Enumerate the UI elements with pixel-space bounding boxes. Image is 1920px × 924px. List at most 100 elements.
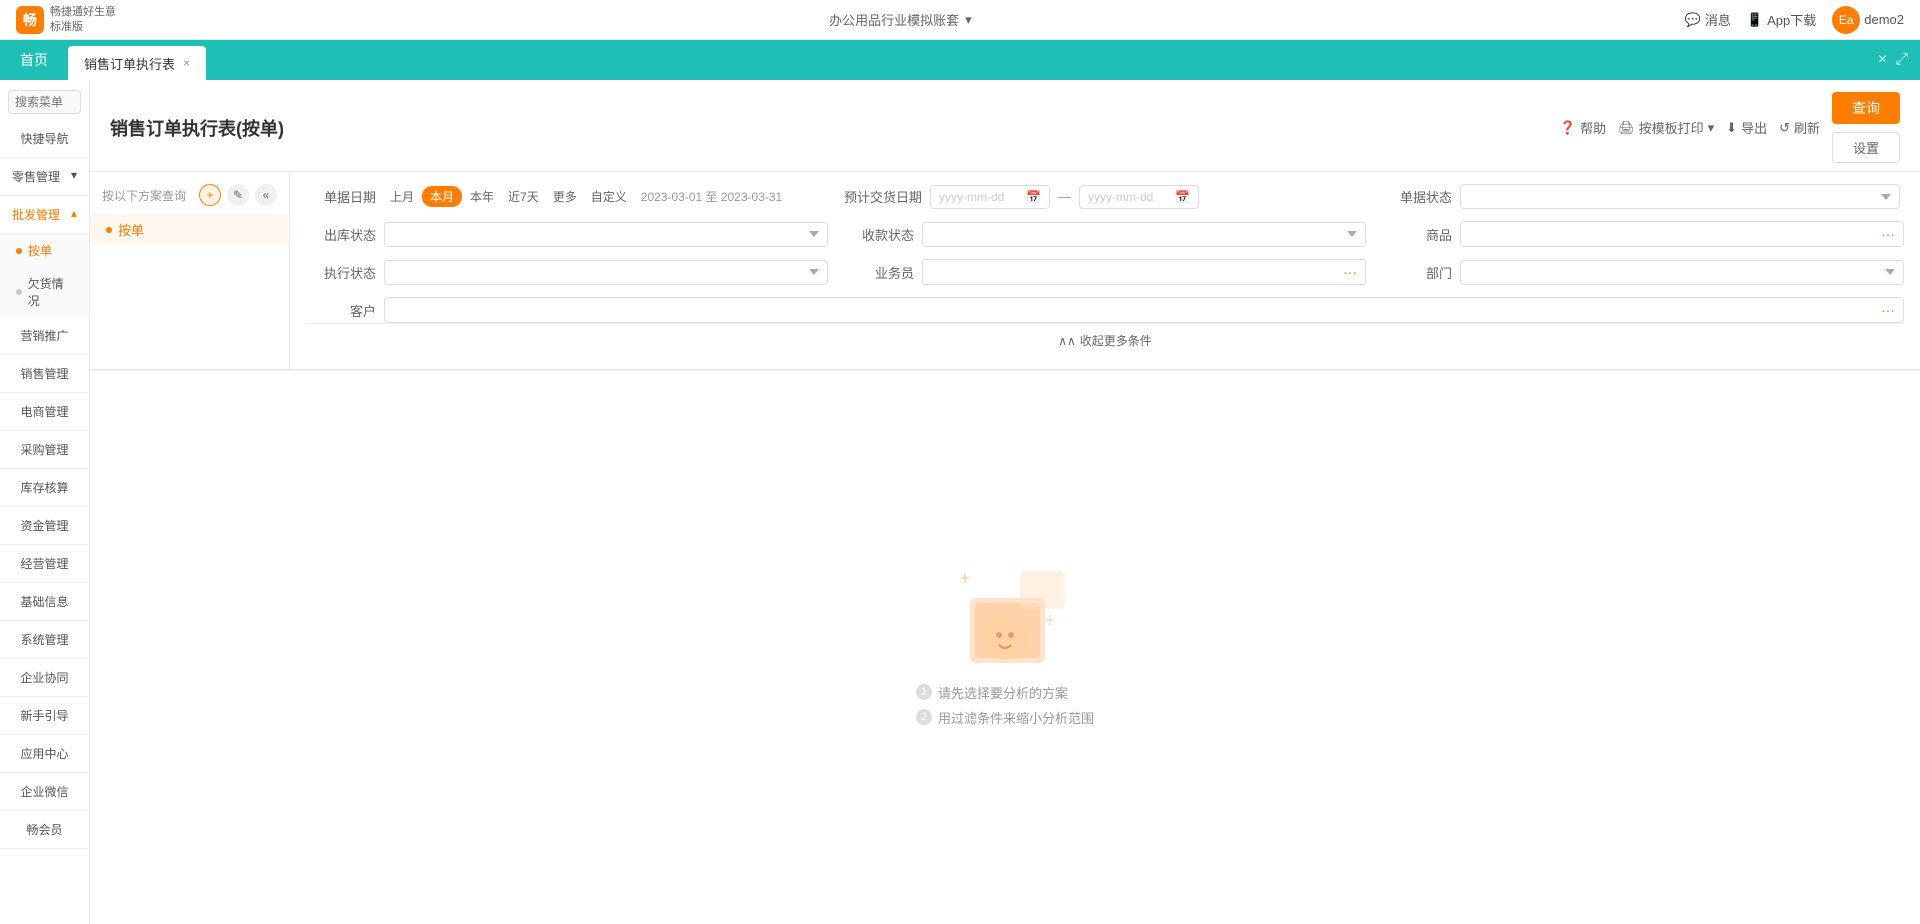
outbound-status-select[interactable]: [384, 222, 828, 247]
date-last-month-btn[interactable]: 上月: [384, 186, 420, 207]
filter-item-salesperson: 业务员 ···: [844, 259, 1366, 285]
download-icon: 📱: [1747, 12, 1763, 28]
refresh-btn[interactable]: ↺ 刷新: [1779, 118, 1820, 137]
sidebar-item-enterprise-collab[interactable]: 企业协同: [0, 659, 89, 697]
sidebar-item-inventory-check[interactable]: 库存核算: [0, 469, 89, 507]
close-window-btn[interactable]: ×: [1878, 51, 1887, 69]
filter-item-customer: 客户 ···: [306, 297, 1904, 323]
export-btn[interactable]: ⬇ 导出: [1726, 118, 1767, 137]
sidebar: 快捷导航 零售管理 ▾ 批发管理 ▴ 按单 欠货情况 营销推广 销售管理: [0, 80, 90, 924]
wholesale-submenu: 按单 欠货情况: [0, 234, 89, 317]
product-input[interactable]: ···: [1460, 221, 1904, 247]
tab-sales-order-exec[interactable]: 销售订单执行表 ×: [68, 46, 206, 80]
date-separator: —: [1054, 189, 1075, 204]
tab-home[interactable]: 首页: [0, 40, 68, 80]
sidebar-item-ecommerce-mgmt[interactable]: 电商管理: [0, 393, 89, 431]
fullscreen-btn[interactable]: ⤢: [1895, 51, 1908, 69]
expected-from-input[interactable]: yyyy-mm-dd 📅: [930, 185, 1050, 209]
customer-control: ···: [384, 297, 1904, 323]
customer-input[interactable]: ···: [384, 297, 1904, 323]
topbar: 畅 畅捷通好生意 标准版 办公用品行业模拟账套 ▾ 💬 消息 📱 App下载 E…: [0, 0, 1920, 40]
sidebar-submenu-item-orders[interactable]: 按单: [0, 234, 89, 267]
doc-status-control: [1460, 184, 1904, 209]
doc-status-label: 单据状态: [1382, 187, 1452, 206]
filter-item-product: 商品 ···: [1382, 221, 1904, 247]
date-control: 上月 本月 本年 近7天 更多 自定义 2023-03-01 至 2023-03…: [384, 186, 828, 207]
filter-item-doc-status: 单据状态: [1382, 184, 1904, 209]
logo-text: 畅捷通好生意 标准版: [50, 5, 116, 34]
settings-button[interactable]: 设置: [1832, 132, 1900, 163]
filter-row-2: 出库状态 收款状态: [306, 221, 1904, 247]
customer-more-icon: ···: [1881, 302, 1895, 318]
industry-selector[interactable]: 办公用品行业模拟账套 ▾: [829, 10, 972, 29]
collapse-scheme-icon[interactable]: «: [255, 184, 277, 206]
sidebar-item-marketing[interactable]: 营销推广: [0, 317, 89, 355]
sidebar-item-purchase-mgmt[interactable]: 采购管理: [0, 431, 89, 469]
template-print-btn[interactable]: 🖨 按模板打印 ▾: [1618, 118, 1714, 137]
filter-item-outbound: 出库状态: [306, 222, 828, 247]
sidebar-item-sales-mgmt[interactable]: 销售管理: [0, 355, 89, 393]
empty-illustration: [955, 563, 1055, 663]
export-icon: ⬇: [1726, 120, 1737, 136]
query-button[interactable]: 查询: [1832, 92, 1900, 124]
sidebar-item-member[interactable]: 畅会员: [0, 811, 89, 849]
search-input[interactable]: [8, 90, 81, 114]
date-current-year-btn[interactable]: 本年: [464, 186, 500, 207]
department-select[interactable]: [1460, 260, 1904, 285]
calendar-icon: 📅: [1026, 190, 1041, 204]
exec-status-control: [384, 260, 828, 285]
salesperson-input[interactable]: ···: [922, 259, 1366, 285]
sidebar-item-quick-nav[interactable]: 快捷导航: [0, 120, 89, 158]
add-scheme-icon[interactable]: +: [199, 184, 221, 206]
filter-left-icons: + ✎ «: [199, 184, 277, 206]
help-btn[interactable]: ❓ 帮助: [1560, 118, 1606, 137]
filter-item-collection: 收款状态: [844, 222, 1366, 247]
tab-close-icon[interactable]: ×: [183, 56, 190, 70]
filter-row-4: 客户 ···: [306, 297, 1904, 323]
date-custom-btn[interactable]: 自定义: [585, 186, 633, 207]
sidebar-item-wholesale-mgmt[interactable]: 批发管理 ▴: [0, 196, 89, 234]
hint-num-1: 1: [916, 684, 932, 700]
collapse-conditions-btn[interactable]: ∧∧ 收起更多条件: [306, 323, 1904, 357]
salesperson-label: 业务员: [844, 263, 914, 282]
main-layout: 快捷导航 零售管理 ▾ 批发管理 ▴ 按单 欠货情况 营销推广 销售管理: [0, 80, 1920, 924]
sidebar-item-operations-mgmt[interactable]: 经营管理: [0, 545, 89, 583]
user-menu[interactable]: Ea demo2: [1832, 6, 1904, 34]
outbound-status-control: [384, 222, 828, 247]
date-last-7days-btn[interactable]: 近7天: [502, 186, 545, 207]
sidebar-item-enterprise-wechat[interactable]: 企业微信: [0, 773, 89, 811]
sidebar-item-finance-mgmt[interactable]: 资金管理: [0, 507, 89, 545]
page-title: 销售订单执行表(按单): [110, 115, 284, 141]
page-actions: ❓ 帮助 🖨 按模板打印 ▾ ⬇ 导出 ↺ 刷新: [1560, 92, 1900, 163]
topbar-left: 畅 畅捷通好生意 标准版: [16, 5, 116, 34]
empty-hint-1: 1 请先选择要分析的方案: [916, 683, 1094, 702]
customer-label: 客户: [306, 301, 376, 320]
empty-hints: 1 请先选择要分析的方案 2 用过滤条件来缩小分析范围: [916, 683, 1094, 733]
message-btn[interactable]: 💬 消息: [1685, 10, 1731, 29]
date-quick-btns: 上月 本月 本年 近7天 更多 自定义: [384, 186, 633, 207]
product-control: ···: [1460, 221, 1904, 247]
filter-item-date: 单据日期 上月 本月 本年 近7天 更多 自定义: [306, 186, 828, 207]
filter-row-1: 单据日期 上月 本月 本年 近7天 更多 自定义: [306, 184, 1904, 209]
sidebar-submenu-item-arrears[interactable]: 欠货情况: [0, 267, 89, 317]
collection-status-select[interactable]: [922, 222, 1366, 247]
expected-to-input[interactable]: yyyy-mm-dd 📅: [1079, 185, 1199, 209]
page-header: 销售订单执行表(按单) ❓ 帮助 🖨 按模板打印 ▾ ⬇ 导出 ↺: [90, 80, 1920, 172]
sidebar-item-system-mgmt[interactable]: 系统管理: [0, 621, 89, 659]
collection-status-label: 收款状态: [844, 225, 914, 244]
filter-scheme-title: 按以下方案查询 + ✎ «: [90, 184, 289, 214]
app-download-btn[interactable]: 📱 App下载: [1747, 10, 1816, 29]
date-current-month-btn[interactable]: 本月: [422, 186, 462, 207]
edit-scheme-icon[interactable]: ✎: [227, 184, 249, 206]
sidebar-item-retail-mgmt[interactable]: 零售管理 ▾: [0, 158, 89, 196]
chevron-right-icon: ▾: [71, 168, 77, 185]
doc-status-select[interactable]: [1460, 184, 1900, 209]
sidebar-item-new-guide[interactable]: 新手引导: [0, 697, 89, 735]
filter-scheme-item-orders[interactable]: 按单: [90, 214, 289, 245]
sidebar-item-app-center[interactable]: 应用中心: [0, 735, 89, 773]
exec-status-select[interactable]: [384, 260, 828, 285]
sidebar-item-basic-info[interactable]: 基础信息: [0, 583, 89, 621]
filter-item-expected-delivery: 预计交货日期 yyyy-mm-dd 📅 — yyyy-mm-dd: [844, 185, 1366, 209]
date-more-btn[interactable]: 更多: [547, 186, 583, 207]
print-chevron-icon: ▾: [1708, 120, 1715, 136]
